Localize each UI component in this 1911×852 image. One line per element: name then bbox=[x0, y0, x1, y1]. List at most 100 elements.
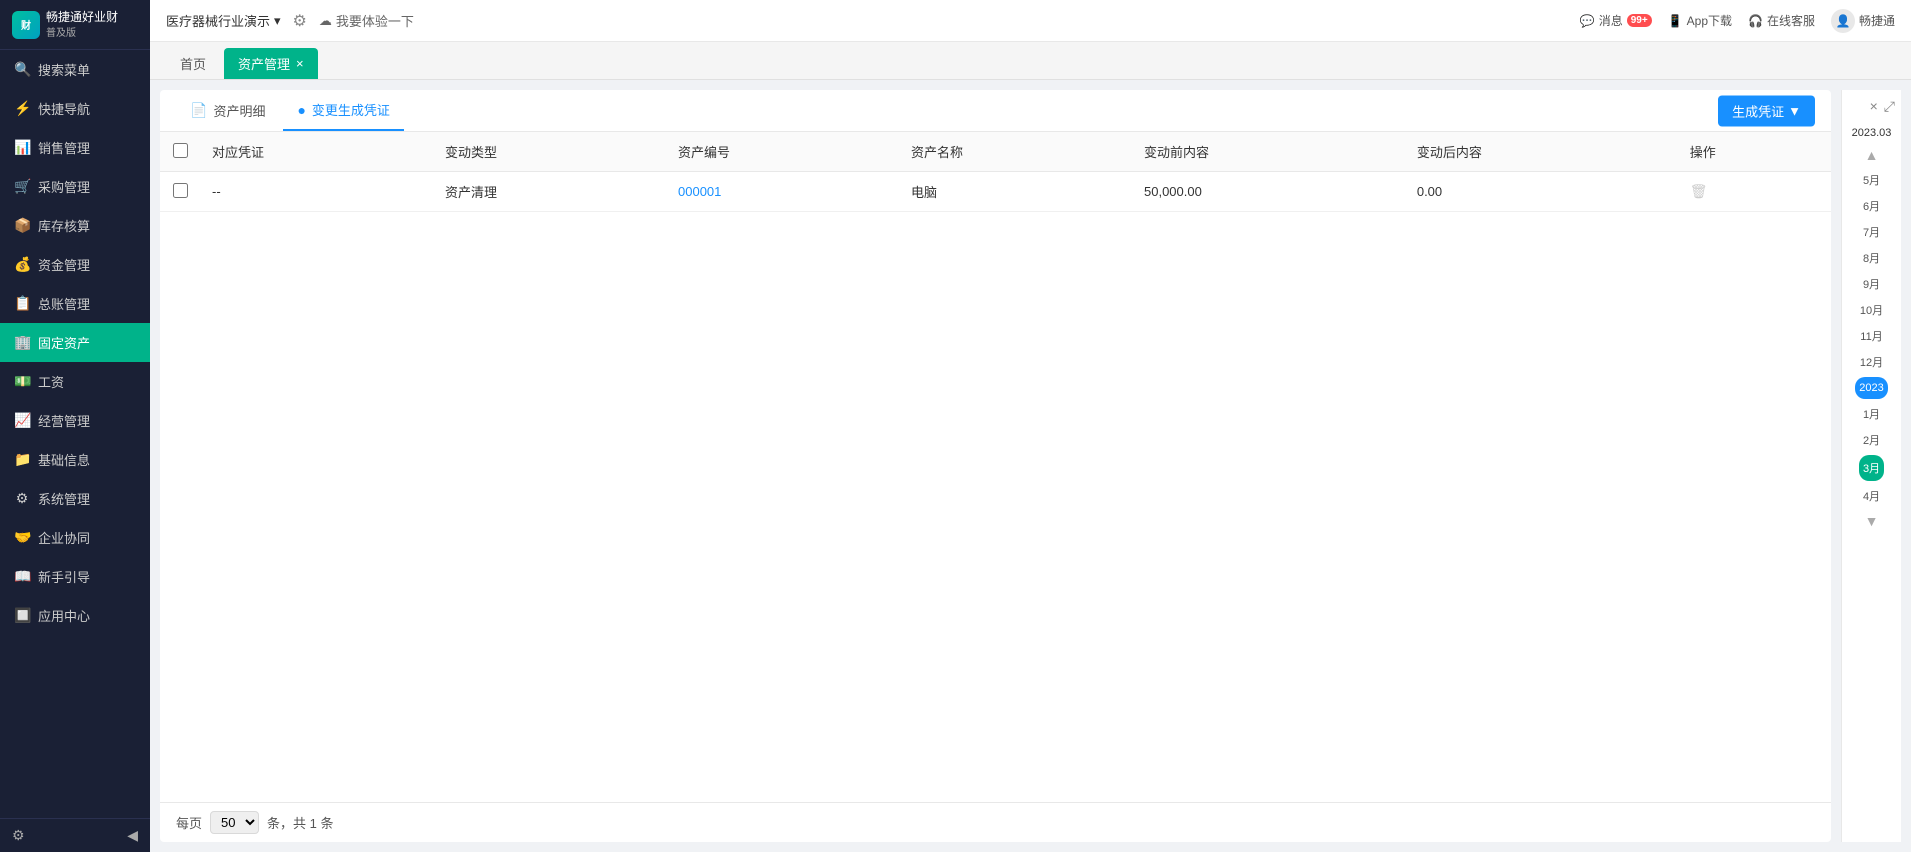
sidebar-item-sales[interactable]: 📊 销售管理 bbox=[0, 128, 150, 167]
search-icon: 🔍 bbox=[14, 61, 30, 78]
select-all-checkbox[interactable] bbox=[173, 143, 188, 158]
table-container: 对应凭证 变动类型 资产编号 资产名称 变动前内容 变动后内容 操作 bbox=[160, 132, 1831, 802]
sidebar-basicinfo-label: 基础信息 bbox=[38, 450, 90, 469]
month-12[interactable]: 12月 bbox=[1842, 349, 1901, 375]
app-download-button[interactable]: 📱 App下载 bbox=[1668, 12, 1732, 29]
sidebar-item-purchase[interactable]: 🛒 采购管理 bbox=[0, 167, 150, 206]
sidebar-item-ledger[interactable]: 📋 总账管理 bbox=[0, 284, 150, 323]
sub-tab-voucher[interactable]: ● 变更生成凭证 bbox=[283, 90, 403, 131]
sidebar-item-assets[interactable]: 🏢 固定资产 bbox=[0, 323, 150, 362]
month-4[interactable]: 4月 bbox=[1842, 483, 1901, 509]
row-voucher: -- bbox=[200, 172, 433, 212]
tab-close-icon[interactable]: × bbox=[296, 56, 304, 71]
year-2023[interactable]: 2023 bbox=[1855, 377, 1887, 399]
message-button[interactable]: 💬 消息 99+ bbox=[1580, 12, 1652, 29]
customer-service-button[interactable]: 🎧 在线客服 bbox=[1748, 12, 1815, 29]
col-name: 资产名称 bbox=[899, 132, 1132, 172]
month-down-arrow[interactable]: ▼ bbox=[1865, 509, 1879, 533]
sidebar-assets-label: 固定资产 bbox=[38, 333, 90, 352]
month-5[interactable]: 5月 bbox=[1842, 167, 1901, 193]
sub-tab-voucher-label: 变更生成凭证 bbox=[312, 100, 390, 119]
col-voucher: 对应凭证 bbox=[200, 132, 433, 172]
col-type: 变动类型 bbox=[433, 132, 666, 172]
sidebar-operations-label: 经营管理 bbox=[38, 411, 90, 430]
col-before: 变动前内容 bbox=[1132, 132, 1405, 172]
row-after: 0.00 bbox=[1405, 172, 1678, 212]
system-icon: ⚙ bbox=[14, 490, 30, 507]
month-11[interactable]: 11月 bbox=[1842, 323, 1901, 349]
page-content: 📄 资产明细 ● 变更生成凭证 生成凭证 ▼ bbox=[160, 90, 1831, 842]
message-badge: 99+ bbox=[1627, 14, 1652, 27]
col-after: 变动后内容 bbox=[1405, 132, 1678, 172]
sidebar-item-operations[interactable]: 📈 经营管理 bbox=[0, 401, 150, 440]
sidebar-purchase-label: 采购管理 bbox=[38, 177, 90, 196]
sidebar-bottom: ⚙ ◀ bbox=[0, 818, 150, 852]
sidebar-inventory-label: 库存核算 bbox=[38, 216, 90, 235]
page-size-select[interactable]: 50 bbox=[210, 811, 259, 834]
sidebar-item-inventory[interactable]: 📦 库存核算 bbox=[0, 206, 150, 245]
sidebar-item-basicinfo[interactable]: 📁 基础信息 bbox=[0, 440, 150, 479]
side-panel-close-icon[interactable]: × bbox=[1870, 98, 1878, 115]
sidebar-item-newguide[interactable]: 📖 新手引导 bbox=[0, 557, 150, 596]
inventory-icon: 📦 bbox=[14, 217, 30, 234]
month-3-current[interactable]: 3月 bbox=[1859, 455, 1884, 481]
data-table: 对应凭证 变动类型 资产编号 资产名称 变动前内容 变动后内容 操作 bbox=[160, 132, 1831, 212]
sidebar-item-appcenter[interactable]: 🔲 应用中心 bbox=[0, 596, 150, 635]
message-label: 消息 bbox=[1599, 12, 1623, 29]
experience-button[interactable]: ☁ 我要体验一下 bbox=[319, 11, 414, 30]
col-code: 资产编号 bbox=[666, 132, 899, 172]
table-row: -- 资产清理 000001 电脑 50,000.00 0.00 🗑 bbox=[160, 172, 1831, 212]
app-icon: 📱 bbox=[1668, 14, 1683, 28]
table-body: -- 资产清理 000001 电脑 50,000.00 0.00 🗑 bbox=[160, 172, 1831, 212]
experience-label: 我要体验一下 bbox=[336, 11, 414, 30]
app-subtitle: 普及版 bbox=[46, 24, 118, 39]
month-9[interactable]: 9月 bbox=[1842, 271, 1901, 297]
customer-service-label: 在线客服 bbox=[1767, 12, 1815, 29]
month-1[interactable]: 1月 bbox=[1842, 401, 1901, 427]
newguide-icon: 📖 bbox=[14, 568, 30, 585]
month-6[interactable]: 6月 bbox=[1842, 193, 1901, 219]
company-dropdown-icon: ▾ bbox=[274, 13, 281, 29]
sub-tab-detail[interactable]: 📄 资产明细 bbox=[176, 91, 279, 130]
sidebar-item-finance[interactable]: 💰 资金管理 bbox=[0, 245, 150, 284]
sidebar-item-quicknav[interactable]: ⚡ 快捷导航 bbox=[0, 89, 150, 128]
row-checkbox[interactable] bbox=[173, 183, 188, 198]
finance-icon: 💰 bbox=[14, 256, 30, 273]
sidebar-search-label: 搜索菜单 bbox=[38, 60, 90, 79]
company-name: 医疗器械行业演示 bbox=[166, 11, 270, 30]
month-2[interactable]: 2月 bbox=[1842, 427, 1901, 453]
sidebar-finance-label: 资金管理 bbox=[38, 255, 90, 274]
generate-voucher-button[interactable]: 生成凭证 ▼ bbox=[1718, 95, 1815, 126]
table-header-row: 对应凭证 变动类型 资产编号 资产名称 变动前内容 变动后内容 操作 bbox=[160, 132, 1831, 172]
sidebar-item-search[interactable]: 🔍 搜索菜单 bbox=[0, 50, 150, 89]
active-tab-label: 资产管理 bbox=[238, 54, 290, 73]
ledger-icon: 📋 bbox=[14, 295, 30, 312]
tab-asset-management[interactable]: 资产管理 × bbox=[224, 48, 318, 79]
company-selector[interactable]: 医疗器械行业演示 ▾ bbox=[166, 11, 281, 30]
month-up-arrow[interactable]: ▲ bbox=[1865, 143, 1879, 167]
sidebar-system-label: 系统管理 bbox=[38, 489, 90, 508]
sub-tabs: 📄 资产明细 ● 变更生成凭证 生成凭证 ▼ bbox=[160, 90, 1831, 132]
voucher-tab-icon: ● bbox=[297, 102, 305, 118]
sidebar-logo: 财 畅捷通好业财 普及版 bbox=[0, 0, 150, 50]
header-right: 💬 消息 99+ 📱 App下载 🎧 在线客服 👤 畅捷通 bbox=[1580, 9, 1895, 33]
month-8[interactable]: 8月 bbox=[1842, 245, 1901, 271]
sidebar-scroll: 🔍 搜索菜单 ⚡ 快捷导航 📊 销售管理 🛒 采购管理 📦 库存核算 💰 资金管… bbox=[0, 50, 150, 818]
user-menu[interactable]: 👤 畅捷通 bbox=[1831, 9, 1895, 33]
tab-home[interactable]: 首页 bbox=[166, 48, 220, 79]
quicknav-icon: ⚡ bbox=[14, 100, 30, 117]
sidebar-settings-icon[interactable]: ⚙ bbox=[12, 827, 25, 844]
sidebar-item-system[interactable]: ⚙ 系统管理 bbox=[0, 479, 150, 518]
delete-icon[interactable]: 🗑 bbox=[1690, 183, 1708, 199]
month-10[interactable]: 10月 bbox=[1842, 297, 1901, 323]
sidebar-collapse-icon[interactable]: ◀ bbox=[127, 827, 138, 844]
side-panel-expand-icon[interactable]: ⤢ bbox=[1884, 98, 1895, 115]
table-footer: 每页 50 条，共 1 条 bbox=[160, 802, 1831, 842]
month-7[interactable]: 7月 bbox=[1842, 219, 1901, 245]
sidebar-item-cooperation[interactable]: 🤝 企业协同 bbox=[0, 518, 150, 557]
header-settings-icon[interactable]: ⚙ bbox=[293, 11, 307, 31]
row-checkbox-cell bbox=[160, 172, 200, 212]
row-action: 🗑 bbox=[1678, 172, 1831, 212]
sidebar-item-payroll[interactable]: 💵 工资 bbox=[0, 362, 150, 401]
main-content: 医疗器械行业演示 ▾ ⚙ ☁ 我要体验一下 💬 消息 99+ 📱 App下载 🎧… bbox=[150, 0, 1911, 852]
